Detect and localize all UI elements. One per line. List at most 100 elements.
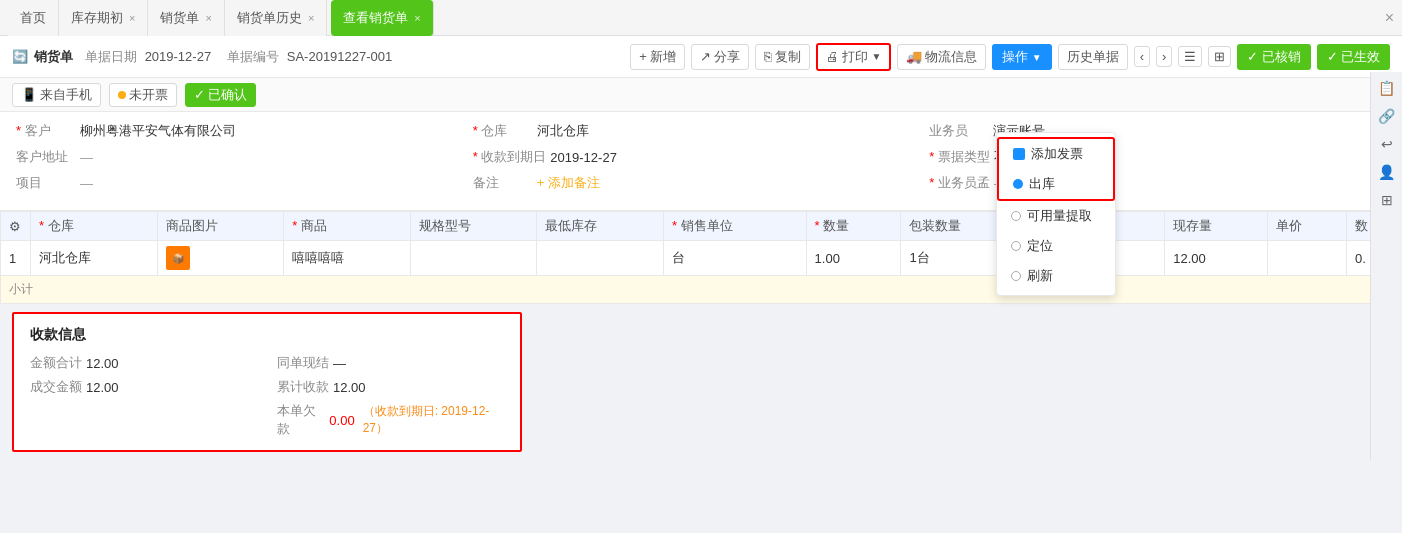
customer-field: * 客户 柳州粤港平安气体有限公司 — [16, 122, 473, 140]
doc-type-icon: 🔄 — [12, 49, 28, 64]
close-all-tabs[interactable]: × — [1385, 9, 1394, 27]
share-button[interactable]: ↗ 分享 — [691, 44, 749, 70]
dropdown-item-locate[interactable]: 定位 — [997, 231, 1115, 261]
copy-button[interactable]: ⎘ 复制 — [755, 44, 810, 70]
staff-label: 业务员 — [929, 122, 989, 140]
history-button[interactable]: 历史单据 — [1058, 44, 1128, 70]
tab-view-sales-label: 查看销货单 — [343, 9, 408, 27]
th-stock: 现存量 — [1165, 212, 1268, 241]
th-unit-price: 单价 — [1268, 212, 1347, 241]
table-row: 1 河北仓库 📦 嘻嘻嘻嘻 台 1.00 1台 12.00 0. — [1, 241, 1402, 276]
next-record[interactable]: › — [1156, 46, 1172, 67]
row-quantity: 1.00 — [806, 241, 901, 276]
due-note: （收款到期日: 2019-12-27） — [363, 403, 504, 437]
dropdown-item-warehouse-out[interactable]: 出库 — [999, 169, 1113, 199]
due-value: 0.00 — [329, 413, 354, 428]
address-label: 客户地址 — [16, 148, 76, 166]
from-phone-label: 来自手机 — [40, 86, 92, 104]
new-button[interactable]: + 新增 — [630, 44, 685, 70]
th-product: * 商品 — [284, 212, 411, 241]
sidebar-icon-user[interactable]: 👤 — [1378, 164, 1395, 180]
dropdown-item-available-qty[interactable]: 可用量提取 — [997, 201, 1115, 231]
row-sales-unit: 台 — [664, 241, 807, 276]
operate-button[interactable]: 操作 ▼ — [992, 44, 1051, 70]
product-thumbnail: 📦 — [166, 246, 190, 270]
confirm-button[interactable]: ✓ 已确认 — [185, 83, 256, 107]
print-label: 打印 — [842, 48, 868, 66]
right-sidebar: 📋 🔗 ↩ 👤 ⊞ ⛶ — [1370, 72, 1402, 460]
customer-label: * 客户 — [16, 122, 76, 140]
refresh-label: 刷新 — [1027, 267, 1053, 285]
same-order-value: — — [333, 356, 346, 371]
doc-number-key: 单据编号 — [227, 49, 279, 64]
doc-type-label: 销货单 — [34, 48, 73, 66]
project-label: 项目 — [16, 174, 76, 192]
detail-view[interactable]: ⊞ — [1208, 46, 1231, 67]
address-value: — — [80, 150, 93, 165]
not-open-button[interactable]: 未开票 — [109, 83, 177, 107]
share-label: 分享 — [714, 48, 740, 66]
doc-meta: 单据日期 2019-12-27 单据编号 SA-20191227-001 — [85, 48, 392, 66]
due-row: 本单欠款 0.00 （收款到期日: 2019-12-27） — [277, 402, 504, 438]
prev-record[interactable]: ‹ — [1134, 46, 1150, 67]
sold-label: 已核销 — [1262, 49, 1301, 64]
payment-date-value: 2019-12-27 — [550, 150, 617, 165]
copy-icon: ⎘ — [764, 49, 772, 64]
invoice-label: * 票据类型 — [929, 148, 990, 166]
grid-view[interactable]: ☰ — [1178, 46, 1202, 67]
operate-dropdown-icon: ▼ — [1032, 52, 1042, 63]
tab-inventory-init-close[interactable]: × — [129, 12, 135, 24]
tab-sales-history-close[interactable]: × — [308, 12, 314, 24]
dropdown-item-refresh[interactable]: 刷新 — [997, 261, 1115, 291]
same-order-label: 同单现结 — [277, 354, 329, 372]
sidebar-icon-grid[interactable]: ⊞ — [1381, 192, 1393, 208]
table-header-row: ⚙ * 仓库 商品图片 * 商品 规格型号 最低库存 * 销售单位 * 数量 包… — [1, 212, 1402, 241]
doc-title: 🔄 销货单 — [12, 48, 73, 66]
locate-label: 定位 — [1027, 237, 1053, 255]
remark-label: 备注 — [473, 174, 533, 192]
row-stock: 12.00 — [1165, 241, 1268, 276]
doc-number: 单据编号 SA-20191227-001 — [227, 48, 392, 66]
sidebar-icon-doc[interactable]: 📋 — [1378, 80, 1395, 96]
th-quantity: * 数量 — [806, 212, 901, 241]
doc-actions: + 新增 ↗ 分享 ⎘ 复制 🖨 打印 ▼ 🚚 物流信息 操作 ▼ — [630, 43, 1390, 71]
sidebar-icon-link[interactable]: 🔗 — [1378, 108, 1395, 124]
logistics-icon: 🚚 — [906, 49, 922, 64]
row-seq: 1 — [1, 241, 31, 276]
row-unit-price — [1268, 241, 1347, 276]
from-phone-button[interactable]: 📱 来自手机 — [12, 83, 101, 107]
row-spec — [410, 241, 537, 276]
remark-field: 备注 + 添加备注 — [473, 174, 930, 192]
tab-inventory-init[interactable]: 库存期初 × — [59, 0, 148, 36]
warehouse-out-icon — [1013, 179, 1023, 189]
payment-date-label: * 收款到期日 — [473, 148, 547, 166]
project-field: 项目 — — [16, 174, 473, 192]
warehouse-out-label: 出库 — [1029, 175, 1055, 193]
tab-sales-order[interactable]: 销货单 × — [148, 0, 224, 36]
cumulative-row: 累计收款 12.00 — [277, 378, 504, 396]
check-icon: ✓ — [1247, 49, 1258, 64]
tab-sales-history-label: 销货单历史 — [237, 9, 302, 27]
form-row-3: 项目 — 备注 + 添加备注 * 业务员孟 — — [16, 174, 1386, 192]
address-field: 客户地址 — — [16, 148, 473, 166]
doc-header: 🔄 销货单 单据日期 2019-12-27 单据编号 SA-20191227-0… — [0, 36, 1402, 78]
tab-home[interactable]: 首页 — [8, 0, 59, 36]
add-remark-button[interactable]: + 添加备注 — [537, 174, 600, 192]
tab-view-sales-close[interactable]: × — [414, 12, 420, 24]
main-content: 🔄 销货单 单据日期 2019-12-27 单据编号 SA-20191227-0… — [0, 36, 1402, 460]
cumulative-label: 累计收款 — [277, 378, 329, 396]
effective-button[interactable]: ✓ 已生效 — [1317, 44, 1390, 70]
tab-bar: 首页 库存期初 × 销货单 × 销货单历史 × 查看销货单 × × — [0, 0, 1402, 36]
sold-button[interactable]: ✓ 已核销 — [1237, 44, 1310, 70]
dropdown-item-add-invoice[interactable]: 添加发票 — [999, 139, 1113, 169]
sidebar-icon-return[interactable]: ↩ — [1381, 136, 1393, 152]
logistics-button[interactable]: 🚚 物流信息 — [897, 44, 986, 70]
th-product-img: 商品图片 — [157, 212, 284, 241]
print-button[interactable]: 🖨 打印 ▼ — [816, 43, 891, 71]
phone-icon: 📱 — [21, 87, 37, 102]
tab-view-sales[interactable]: 查看销货单 × — [331, 0, 433, 36]
tab-sales-order-close[interactable]: × — [205, 12, 211, 24]
form-row-1: * 客户 柳州粤港平安气体有限公司 * 仓库 河北仓库 业务员 演示账号 — [16, 122, 1386, 140]
tab-sales-history[interactable]: 销货单历史 × — [225, 0, 327, 36]
th-gear[interactable]: ⚙ — [1, 212, 31, 241]
